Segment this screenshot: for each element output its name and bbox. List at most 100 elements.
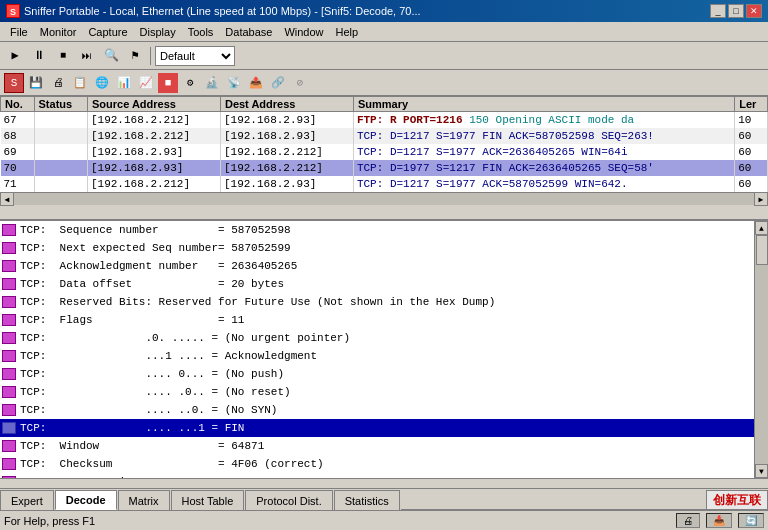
detail-line-icon	[2, 422, 16, 434]
menu-file[interactable]: File	[4, 24, 34, 40]
pause-button[interactable]: ⏸	[28, 45, 50, 67]
menu-help[interactable]: Help	[330, 24, 365, 40]
cell-len: 60	[735, 176, 768, 192]
window-controls[interactable]: _ □ ✕	[710, 4, 762, 18]
detail-line: TCP: Next expected Seq number= 587052599	[0, 239, 768, 257]
flag-button[interactable]: ⚑	[124, 45, 146, 67]
tab-protocol-dist[interactable]: Protocol Dist.	[245, 490, 332, 510]
vscroll-thumb[interactable]	[756, 235, 768, 265]
menu-capture[interactable]: Capture	[82, 24, 133, 40]
detail-line: TCP: Sequence number = 587052598	[0, 221, 768, 239]
detail-line-text: TCP: Data offset = 20 bytes	[20, 278, 284, 290]
search-button[interactable]: 🔍	[100, 45, 122, 67]
detail-line: TCP: Data offset = 20 bytes	[0, 275, 768, 293]
detail-line-icon	[2, 224, 16, 236]
title-bar: S Sniffer Portable - Local, Ethernet (Li…	[0, 0, 768, 22]
tb2-btn-5[interactable]: 🌐	[92, 73, 112, 93]
cell-no: 68	[1, 128, 35, 144]
filter-select[interactable]: Default	[155, 46, 235, 66]
detail-line: TCP: ...1 .... = Acknowledgment	[0, 347, 768, 365]
menu-bar: File Monitor Capture Display Tools Datab…	[0, 22, 768, 42]
detail-line-text: TCP: Urgent pointer = 0	[20, 476, 238, 478]
detail-line-text: TCP: Flags = 11	[20, 314, 244, 326]
table-row[interactable]: 67 [192.168.2.212] [192.168.2.93] FTP: R…	[1, 112, 768, 128]
vscroll-down[interactable]: ▼	[755, 464, 768, 478]
tab-host-table[interactable]: Host Table	[171, 490, 245, 510]
close-button[interactable]: ✕	[746, 4, 762, 18]
tb2-btn-9[interactable]: ⚙	[180, 73, 200, 93]
cell-dst: [192.168.2.93]	[220, 112, 353, 128]
status-text: For Help, press F1	[4, 515, 95, 527]
cell-status	[34, 144, 87, 160]
packet-table: No. Status Source Address Dest Address S…	[0, 96, 768, 192]
cell-src: [192.168.2.212]	[87, 176, 220, 192]
tb2-btn-4[interactable]: 📋	[70, 73, 90, 93]
status-icon-sync: 🔄	[738, 513, 764, 528]
menu-database[interactable]: Database	[219, 24, 278, 40]
detail-line-text: TCP: Next expected Seq number= 587052599	[20, 242, 291, 254]
play-button[interactable]: ▶	[4, 45, 26, 67]
col-dst: Dest Address	[220, 97, 353, 112]
toolbar-1: ▶ ⏸ ■ ⏭ 🔍 ⚑ Default	[0, 42, 768, 70]
filter-dropdown[interactable]: Default	[155, 46, 235, 66]
tb2-btn-13[interactable]: 🔗	[268, 73, 288, 93]
tb2-btn-10[interactable]: 🔬	[202, 73, 222, 93]
tb2-btn-7[interactable]: 📈	[136, 73, 156, 93]
hscroll-left[interactable]: ◀	[0, 192, 14, 206]
packet-hscrollbar[interactable]: ◀ ▶	[0, 192, 768, 206]
hscroll-track[interactable]	[14, 193, 754, 205]
tb2-btn-3[interactable]: 🖨	[48, 73, 68, 93]
tab-statistics[interactable]: Statistics	[334, 490, 400, 510]
tb2-btn-2[interactable]: 💾	[26, 73, 46, 93]
detail-line-text: TCP: .... ...1 = FIN	[20, 422, 244, 434]
tb2-btn-11[interactable]: 📡	[224, 73, 244, 93]
cell-summary: TCP: D=1217 S=1977 FIN ACK=587052598 SEQ…	[353, 128, 734, 144]
tab-bar: Expert Decode Matrix Host Table Protocol…	[0, 488, 768, 510]
tb2-btn-1[interactable]: S	[4, 73, 24, 93]
menu-tools[interactable]: Tools	[182, 24, 220, 40]
detail-line-text: TCP: Acknowledgment number = 2636405265	[20, 260, 297, 272]
detail-line-icon	[2, 296, 16, 308]
detail-line: TCP: Checksum = 4F06 (correct)	[0, 455, 768, 473]
detail-vscrollbar[interactable]: ▲ ▼	[754, 221, 768, 478]
cell-summary: TCP: D=1977 S=1217 FIN ACK=2636405265 SE…	[353, 160, 734, 176]
tab-expert[interactable]: Expert	[0, 490, 54, 510]
detail-line-text: TCP: ...1 .... = Acknowledgment	[20, 350, 317, 362]
tab-matrix[interactable]: Matrix	[118, 490, 170, 510]
cell-src: [192.168.2.93]	[87, 144, 220, 160]
status-icon-down: 📥	[706, 513, 732, 528]
tb2-btn-14[interactable]: ⊘	[290, 73, 310, 93]
table-row[interactable]: 69 [192.168.2.93] [192.168.2.212] TCP: D…	[1, 144, 768, 160]
detail-line-text: TCP: Window = 64871	[20, 440, 264, 452]
detail-line-text: TCP: Checksum = 4F06 (correct)	[20, 458, 324, 470]
detail-line-icon	[2, 278, 16, 290]
cell-no: 67	[1, 112, 35, 128]
table-row[interactable]: 70 [192.168.2.93] [192.168.2.212] TCP: D…	[1, 160, 768, 176]
minimize-button[interactable]: _	[710, 4, 726, 18]
watermark-area: 创新互联	[706, 490, 768, 510]
menu-monitor[interactable]: Monitor	[34, 24, 83, 40]
tb2-btn-6[interactable]: 📊	[114, 73, 134, 93]
app-icon: S	[6, 4, 20, 18]
vscroll-up[interactable]: ▲	[755, 221, 768, 235]
tb2-btn-8[interactable]: ■	[158, 73, 178, 93]
table-row[interactable]: 68 [192.168.2.212] [192.168.2.93] TCP: D…	[1, 128, 768, 144]
hscroll-right[interactable]: ▶	[754, 192, 768, 206]
cell-len: 10	[735, 112, 768, 128]
tb2-btn-12[interactable]: 📤	[246, 73, 266, 93]
maximize-button[interactable]: □	[728, 4, 744, 18]
vscroll-track[interactable]	[755, 235, 768, 464]
menu-display[interactable]: Display	[134, 24, 182, 40]
stop-button[interactable]: ■	[52, 45, 74, 67]
status-icons: 🖨 📥 🔄	[676, 513, 764, 528]
detail-panel: TCP: Sequence number = 587052598 TCP: Nex…	[0, 221, 768, 479]
table-row[interactable]: 71 [192.168.2.212] [192.168.2.93] TCP: D…	[1, 176, 768, 192]
cell-no: 70	[1, 160, 35, 176]
tab-decode[interactable]: Decode	[55, 490, 117, 510]
cell-status	[34, 128, 87, 144]
detail-line-icon	[2, 458, 16, 470]
menu-window[interactable]: Window	[278, 24, 329, 40]
skip-button[interactable]: ⏭	[76, 45, 98, 67]
detail-line: TCP: Reserved Bits: Reserved for Future …	[0, 293, 768, 311]
col-status: Status	[34, 97, 87, 112]
